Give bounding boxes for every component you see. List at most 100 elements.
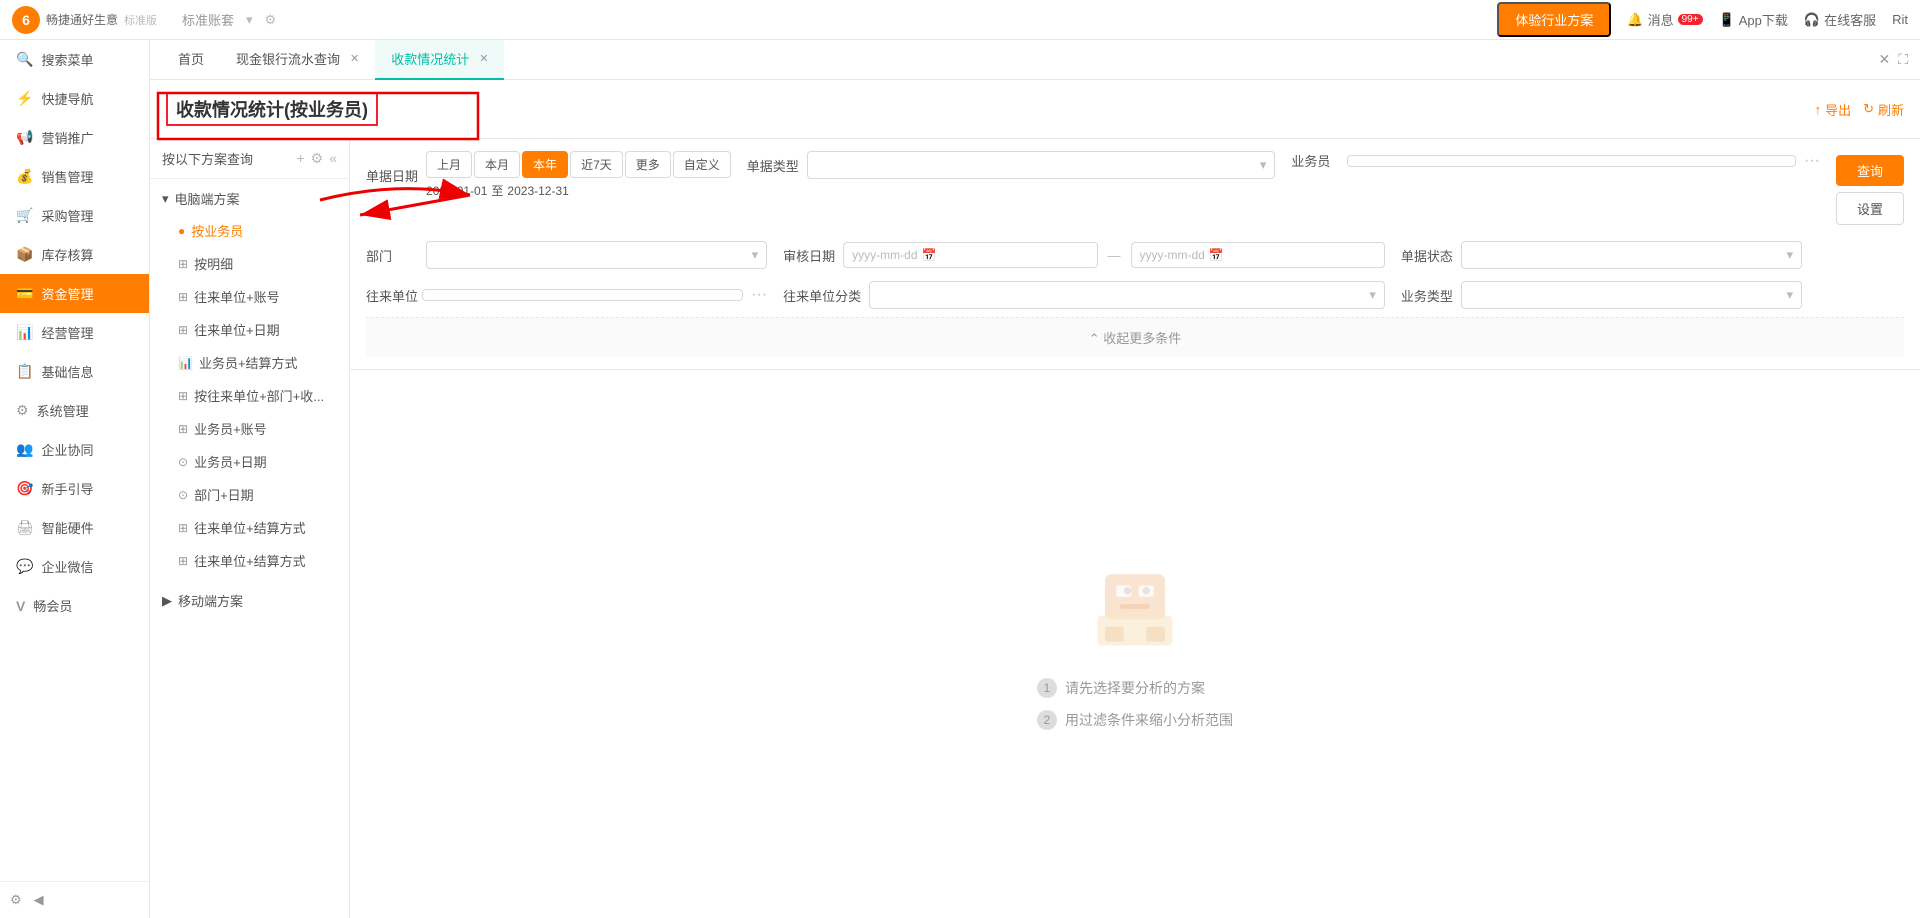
message-icon: 🔔	[1627, 12, 1643, 28]
doc-type-select[interactable]: ▾	[807, 151, 1276, 179]
inventory-icon: 📦	[16, 246, 33, 263]
date-end: 2023-12-31	[507, 184, 568, 198]
sidebar-collapse-btn[interactable]: ◀	[34, 892, 44, 908]
tab-close-all-btn[interactable]: ✕	[1878, 51, 1890, 68]
dept-select[interactable]: ▾	[426, 241, 767, 269]
empty-area: 1 请先选择要分析的方案 2 用过滤条件来缩小分析范围	[350, 370, 1920, 918]
date-tab-custom[interactable]: 自定义	[673, 151, 731, 178]
app-download-btn[interactable]: 📱 App下载	[1719, 10, 1788, 29]
sidebar-item-basic[interactable]: 📋 基础信息	[0, 352, 149, 391]
doc-status-select[interactable]: ▾	[1461, 241, 1802, 269]
sidebar-bottom: ⚙ ◀	[0, 881, 149, 918]
tree-item-partner-payment2[interactable]: ⊞ 往来单位+结算方式	[150, 544, 349, 577]
salesperson-dots-btn[interactable]: ···	[1804, 152, 1820, 170]
sidebar-sales-label: 销售管理	[41, 167, 93, 186]
sidebar-nav-label: 快捷导航	[41, 89, 93, 108]
message-btn[interactable]: 🔔 消息 99+	[1627, 10, 1702, 29]
business-type-select[interactable]: ▾	[1461, 281, 1802, 309]
sidebar-item-search[interactable]: 🔍 搜索菜单	[0, 40, 149, 79]
tree-item-partner-account[interactable]: ⊞ 往来单位+账号	[150, 280, 349, 313]
tree-item-detail-label: 按明细	[194, 254, 233, 273]
user-area[interactable]: Rit	[1892, 12, 1908, 27]
calendar-icon2: 📅	[1209, 248, 1224, 262]
date-tab-this-month[interactable]: 本月	[474, 151, 520, 178]
member-icon: V	[16, 598, 25, 614]
query-btn[interactable]: 查询	[1836, 155, 1904, 186]
tab-home-label: 首页	[178, 49, 204, 68]
sidebar-item-collab[interactable]: 👥 企业协同	[0, 430, 149, 469]
date-separator: 至	[491, 182, 503, 199]
sidebar-settings-btn[interactable]: ⚙	[10, 892, 22, 908]
panel-settings-btn[interactable]: ⚙	[311, 150, 324, 167]
sidebar-item-member[interactable]: V 畅会员	[0, 586, 149, 625]
collapse-conditions-btn[interactable]: ⌃ 收起更多条件	[366, 317, 1904, 357]
tab-receivables-close[interactable]: ✕	[479, 52, 488, 65]
partner-dots-btn[interactable]: ···	[751, 286, 767, 304]
sidebar-system-label: 系统管理	[37, 401, 89, 420]
empty-step-1: 1 请先选择要分析的方案	[1037, 678, 1233, 698]
sidebar-item-operations[interactable]: 📊 经营管理	[0, 313, 149, 352]
sidebar-item-purchase[interactable]: 🛒 采购管理	[0, 196, 149, 235]
tree-item-dept-date[interactable]: ⊙ 部门+日期	[150, 478, 349, 511]
sidebar-item-guide[interactable]: 🎯 新手引导	[0, 469, 149, 508]
partner-select[interactable]	[422, 289, 743, 301]
filter-settings-btn[interactable]: 设置	[1836, 192, 1904, 225]
sidebar-item-finance[interactable]: 💳 资金管理	[0, 274, 149, 313]
tab-cashflow[interactable]: 现金银行流水查询 ✕	[220, 40, 375, 80]
date-tab-7days[interactable]: 近7天	[570, 151, 623, 178]
tree-item-detail[interactable]: ⊞ 按明细	[150, 247, 349, 280]
basic-icon: 📋	[16, 363, 33, 380]
review-date-start-text: yyyy-mm-dd	[852, 248, 917, 262]
review-date-start[interactable]: yyyy-mm-dd 📅	[843, 242, 1097, 268]
date-tab-last-month[interactable]: 上月	[426, 151, 472, 178]
sidebar-item-inventory[interactable]: 📦 库存核算	[0, 235, 149, 274]
tree-item-salesperson-account-label: 业务员+账号	[194, 419, 267, 438]
panel-collapse-btn[interactable]: «	[329, 150, 337, 167]
review-date-end[interactable]: yyyy-mm-dd 📅	[1131, 242, 1385, 268]
sidebar-item-sales[interactable]: 💰 销售管理	[0, 157, 149, 196]
sidebar-item-marketing[interactable]: 📢 营销推广	[0, 118, 149, 157]
service-icon: 🎧	[1804, 12, 1820, 28]
review-date-label: 审核日期	[783, 246, 835, 265]
dropdown-icon[interactable]: ▾	[246, 12, 253, 28]
tree-item-salesperson-payment[interactable]: 📊 业务员+结算方式	[150, 346, 349, 379]
sidebar-finance-label: 资金管理	[41, 284, 93, 303]
sidebar-item-system[interactable]: ⚙ 系统管理	[0, 391, 149, 430]
tree-item-partner-payment1[interactable]: ⊞ 往来单位+结算方式	[150, 511, 349, 544]
tree-item-salesperson-date[interactable]: ⊙ 业务员+日期	[150, 445, 349, 478]
sales-icon: 💰	[16, 168, 33, 185]
date-label: 单据日期	[366, 166, 418, 185]
tree-item-salesperson-account[interactable]: ⊞ 业务员+账号	[150, 412, 349, 445]
try-btn[interactable]: 体验行业方案	[1497, 2, 1611, 37]
tree-section-desktop-header[interactable]: ▾ 电脑端方案	[150, 183, 349, 214]
step-num-2: 2	[1037, 710, 1057, 730]
tree-expand-icon2: ▶	[162, 593, 172, 609]
tab-maximize-btn[interactable]: ⛶	[1898, 51, 1908, 68]
date-tab-this-year[interactable]: 本年	[522, 151, 568, 178]
online-service-btn[interactable]: 🎧 在线客服	[1804, 10, 1876, 29]
tree-item-partner-dept[interactable]: ⊞ 按往来单位+部门+收...	[150, 379, 349, 412]
tab-home[interactable]: 首页	[162, 40, 220, 80]
tab-cashflow-close[interactable]: ✕	[350, 52, 359, 65]
sidebar-item-hardware[interactable]: 🖨 智能硬件	[0, 508, 149, 547]
tree-item-partner-payment2-label: 往来单位+结算方式	[194, 551, 306, 570]
export-btn[interactable]: ↑ 导出	[1815, 100, 1852, 119]
settings-btn[interactable]: ⚙	[265, 12, 277, 28]
sidebar-item-nav[interactable]: ⚡ 快捷导航	[0, 79, 149, 118]
tree-item-salesperson[interactable]: ● 按业务员	[150, 214, 349, 247]
logo-area: 6 畅捷通好生意 标准版	[12, 6, 162, 34]
tab-receivables[interactable]: 收款情况统计 ✕	[375, 40, 504, 80]
tree-section-mobile-header[interactable]: ▶ 移动端方案	[150, 585, 349, 616]
empty-illustration	[1075, 558, 1195, 658]
page-header: 收款情况统计(按业务员) ↑ 导出 ↻ 刷新	[150, 80, 1920, 139]
partner-category-select[interactable]: ▾	[869, 281, 1385, 309]
sidebar-item-wechat[interactable]: 💬 企业微信	[0, 547, 149, 586]
salesperson-select[interactable]	[1347, 155, 1796, 167]
panel-add-btn[interactable]: +	[296, 150, 304, 167]
date-tab-more[interactable]: 更多	[625, 151, 671, 178]
refresh-btn[interactable]: ↻ 刷新	[1863, 100, 1904, 119]
sidebar-wechat-label: 企业微信	[41, 557, 93, 576]
nav-icon: ⚡	[16, 90, 33, 107]
tree-expand-icon: ▾	[162, 191, 169, 207]
tree-item-partner-date[interactable]: ⊞ 往来单位+日期	[150, 313, 349, 346]
